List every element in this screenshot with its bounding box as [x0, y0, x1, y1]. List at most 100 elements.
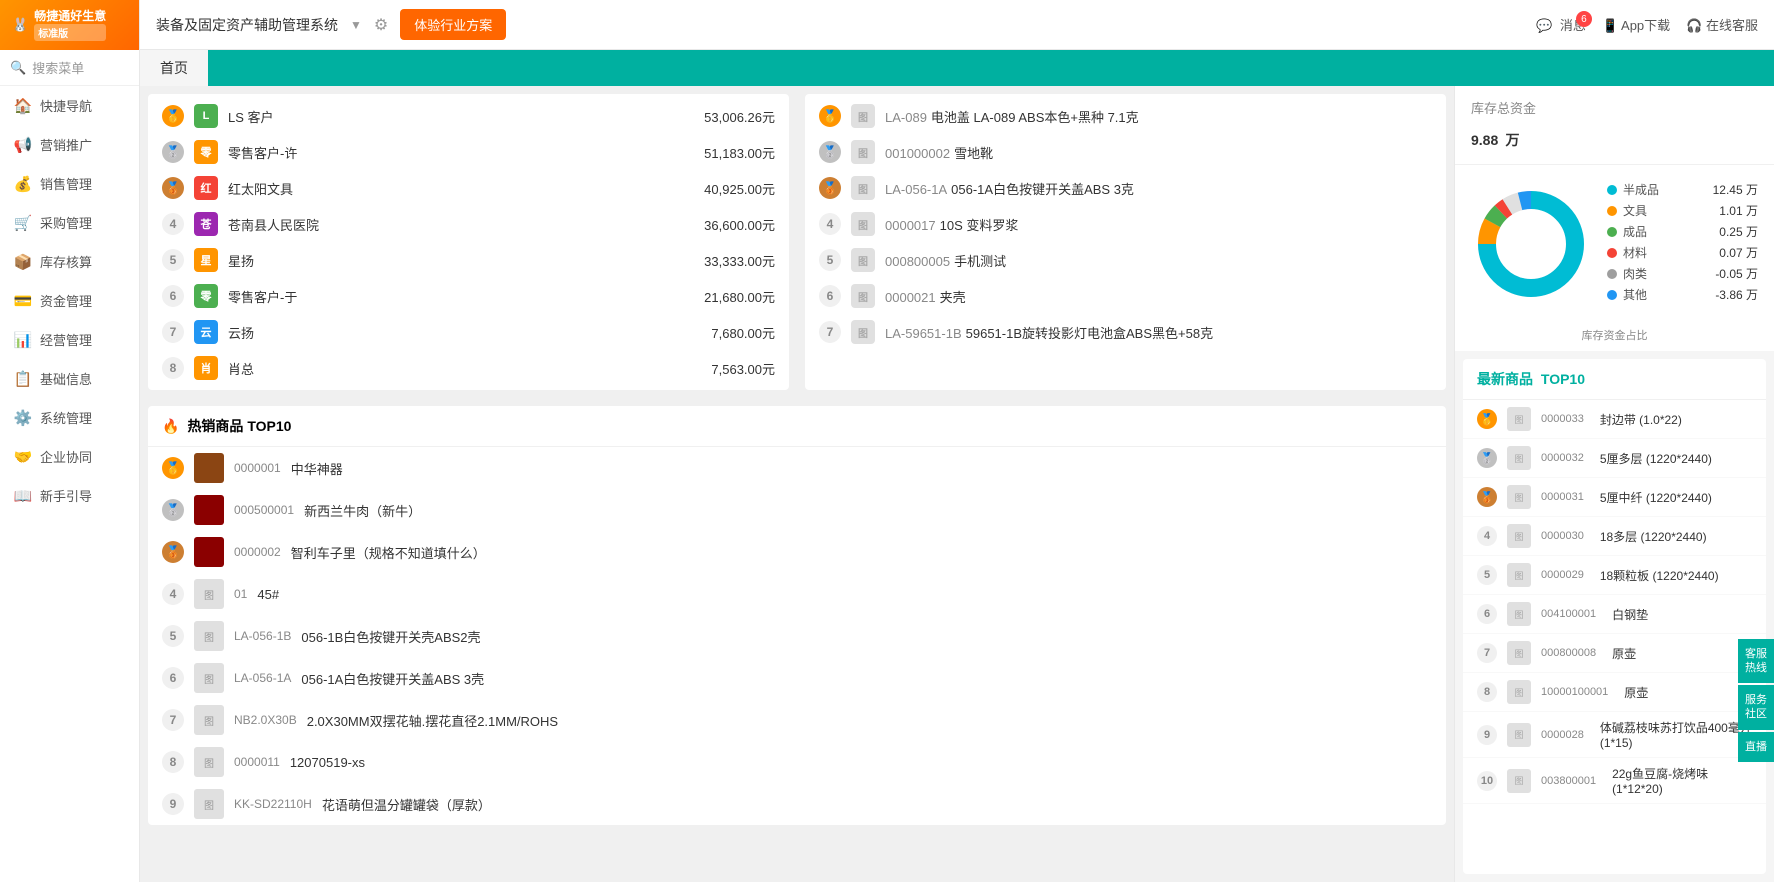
hot-goods-rank-item: 6 图 0000021夹壳 [805, 278, 1446, 314]
new-product-item: 10 图 003800001 22g鱼豆腐-烧烤味 (1*12*20) [1463, 758, 1766, 804]
sidebar-item-5[interactable]: 💳资金管理 [0, 281, 139, 320]
customer-name: 星扬 [228, 251, 694, 270]
rank-num: 8 [162, 357, 184, 379]
np-name: 5厘多层 (1220*2440) [1600, 450, 1752, 467]
legend-name: 半成品 [1623, 181, 1707, 198]
goods-thumb: 图 [851, 104, 875, 128]
goods-thumb: 图 [851, 176, 875, 200]
product-name: 45# [257, 587, 279, 602]
rank-num: 🥉 [162, 541, 184, 563]
product-name: 12070519-xs [290, 755, 365, 770]
float-btn-0[interactable]: 客服热线 [1738, 639, 1774, 684]
sidebar-item-0[interactable]: 🏠快捷导航 [0, 86, 139, 125]
sidebar-item-8[interactable]: ⚙️ 系统管理 [0, 398, 139, 437]
np-code: 0000032 [1541, 452, 1584, 464]
np-code: 10000100001 [1541, 686, 1608, 698]
rank-num: 🥇 [819, 105, 841, 127]
legend-dot [1607, 206, 1617, 216]
product-name: 056-1A白色按键开关盖ABS 3壳 [301, 669, 484, 688]
new-products-title: 最新商品 [1477, 371, 1533, 387]
legend-dot [1607, 185, 1617, 195]
trial-btn[interactable]: 体验行业方案 [400, 9, 506, 40]
new-product-item: 9 图 0000028 体碱荔枝味苏打饮品400毫升 (1*15) [1463, 712, 1766, 758]
tab-home[interactable]: 首页 [140, 50, 208, 86]
np-name: 原壶 [1624, 684, 1752, 701]
hot-product-item: 7 图 NB2.0X30B 2.0X30MM双摆花轴.摆花直径2.1MM/ROH… [148, 699, 1446, 741]
np-rank: 10 [1477, 771, 1497, 791]
hot-product-item: 🥇 0000001 中华神器 [148, 447, 1446, 489]
hot-goods-rank-item: 🥉 图 LA-056-1A056-1A白色按键开关盖ABS 3克 [805, 170, 1446, 206]
customer-name: 零售客户-于 [228, 287, 694, 306]
sidebar-item-3[interactable]: 🛒采购管理 [0, 203, 139, 242]
np-name: 5厘中纤 (1220*2440) [1600, 489, 1752, 506]
sidebar: 🐰 畅捷通好生意 标准版 🔍 搜索菜单 🏠快捷导航📢营销推广💰销售管理🛒采购管理… [0, 0, 140, 882]
new-products-list: 🥇 图 0000033 封边带 (1.0*22) 🥈 图 0000032 5厘多… [1463, 400, 1766, 804]
inventory-title: 库存总资金 [1471, 98, 1758, 117]
dropdown-icon[interactable]: ▼ [350, 18, 362, 32]
np-thumb: 图 [1507, 602, 1531, 626]
sidebar-label-8: 系统管理 [40, 408, 92, 427]
gear-icon[interactable]: ⚙ [374, 15, 388, 35]
sidebar-item-4[interactable]: 📦库存核算 [0, 242, 139, 281]
customer-value: 36,600.00元 [704, 215, 775, 234]
goods-thumb: 图 [851, 284, 875, 308]
sidebar-label-3: 采购管理 [40, 213, 92, 232]
top-panels: 🥇 L LS 客户 53,006.26元 🥈 零 零售客户-许 51,183.0… [140, 86, 1454, 398]
message-badge[interactable]: 💬 6 消息 [1536, 15, 1586, 34]
new-products-panel: 最新商品 TOP10 🥇 图 0000033 封边带 (1.0*22) 🥈 图 … [1463, 359, 1766, 874]
new-product-item: 5 图 0000029 18颗粒板 (1220*2440) [1463, 556, 1766, 595]
customer-rank-item: 🥉 红 红太阳文具 40,925.00元 [148, 170, 789, 206]
float-btn-2[interactable]: 直播 [1738, 732, 1774, 762]
sidebar-item-9[interactable]: 🤝企业协同 [0, 437, 139, 476]
np-name: 18颗粒板 (1220*2440) [1600, 567, 1752, 584]
product-code: 000500001 [234, 503, 294, 517]
legend-item: 材料 0.07 万 [1607, 244, 1758, 261]
sidebar-item-2[interactable]: 💰销售管理 [0, 164, 139, 203]
sidebar-item-7[interactable]: 📋基础信息 [0, 359, 139, 398]
np-rank: 🥈 [1477, 448, 1497, 468]
legend-value: 0.07 万 [1719, 244, 1758, 261]
logo-icon: 🐰 [12, 17, 28, 33]
customer-value: 33,333.00元 [704, 251, 775, 270]
customer-value: 7,680.00元 [711, 323, 775, 342]
hot-goods-rank-item: 7 图 LA-59651-1B59651-1B旋转投影灯电池盒ABS黑色+58克 [805, 314, 1446, 350]
customer-avatar: 云 [194, 320, 218, 344]
customer-name: 零售客户-许 [228, 143, 694, 162]
hot-products-title: 热销商品 TOP10 [187, 416, 291, 436]
sidebar-item-10[interactable]: 📖新手引导 [0, 476, 139, 515]
main-area: 装备及固定资产辅助管理系统 ▼ ⚙ 体验行业方案 💬 6 消息 📱 App下载 … [140, 0, 1774, 882]
goods-name: 000800005手机测试 [885, 251, 1432, 270]
np-rank: 5 [1477, 565, 1497, 585]
goods-thumb: 图 [851, 320, 875, 344]
sidebar-label-7: 基础信息 [40, 369, 92, 388]
customer-value: 40,925.00元 [704, 179, 775, 198]
hot-product-item: 9 图 KK-SD22110H 花语萌但温分罐罐袋（厚款） [148, 783, 1446, 825]
hot-product-item: 6 图 LA-056-1A 056-1A白色按键开关盖ABS 3壳 [148, 657, 1446, 699]
product-code: LA-056-1A [234, 671, 291, 685]
customer-avatar: 零 [194, 284, 218, 308]
online-service[interactable]: 🎧 在线客服 [1686, 15, 1758, 34]
app-download[interactable]: 📱 App下载 [1602, 15, 1670, 34]
customer-rank-list: 🥇 L LS 客户 53,006.26元 🥈 零 零售客户-许 51,183.0… [148, 94, 789, 390]
np-thumb: 图 [1507, 407, 1531, 431]
sidebar-item-6[interactable]: 📊经营管理 [0, 320, 139, 359]
product-thumb: 图 [194, 789, 224, 819]
legend-value: 1.01 万 [1719, 202, 1758, 219]
rank-num: 🥈 [819, 141, 841, 163]
rank-num: 7 [162, 709, 184, 731]
customer-rank-item: 6 零 零售客户-于 21,680.00元 [148, 278, 789, 314]
legend-dot [1607, 248, 1617, 258]
new-products-highlight: TOP10 [1541, 371, 1585, 387]
chart-legend: 半成品 12.45 万 文具 1.01 万 成品 0.25 万 材料 0.07 … [1607, 181, 1758, 307]
sidebar-item-1[interactable]: 📢营销推广 [0, 125, 139, 164]
sidebar-icon-8: ⚙️ [14, 409, 32, 427]
np-rank: 8 [1477, 682, 1497, 702]
float-btn-1[interactable]: 服务社区 [1738, 685, 1774, 730]
product-name: 056-1B白色按键开关壳ABS2壳 [301, 627, 480, 646]
np-code: 000800008 [1541, 647, 1596, 659]
search-menu[interactable]: 🔍 搜索菜单 [0, 50, 139, 86]
np-code: 0000030 [1541, 530, 1584, 542]
hot-products-panel: 🔥 热销商品 TOP10 🥇 0000001 中华神器 🥈 000500001 … [148, 406, 1446, 825]
customer-name: 云扬 [228, 323, 701, 342]
product-thumb: 图 [194, 663, 224, 693]
